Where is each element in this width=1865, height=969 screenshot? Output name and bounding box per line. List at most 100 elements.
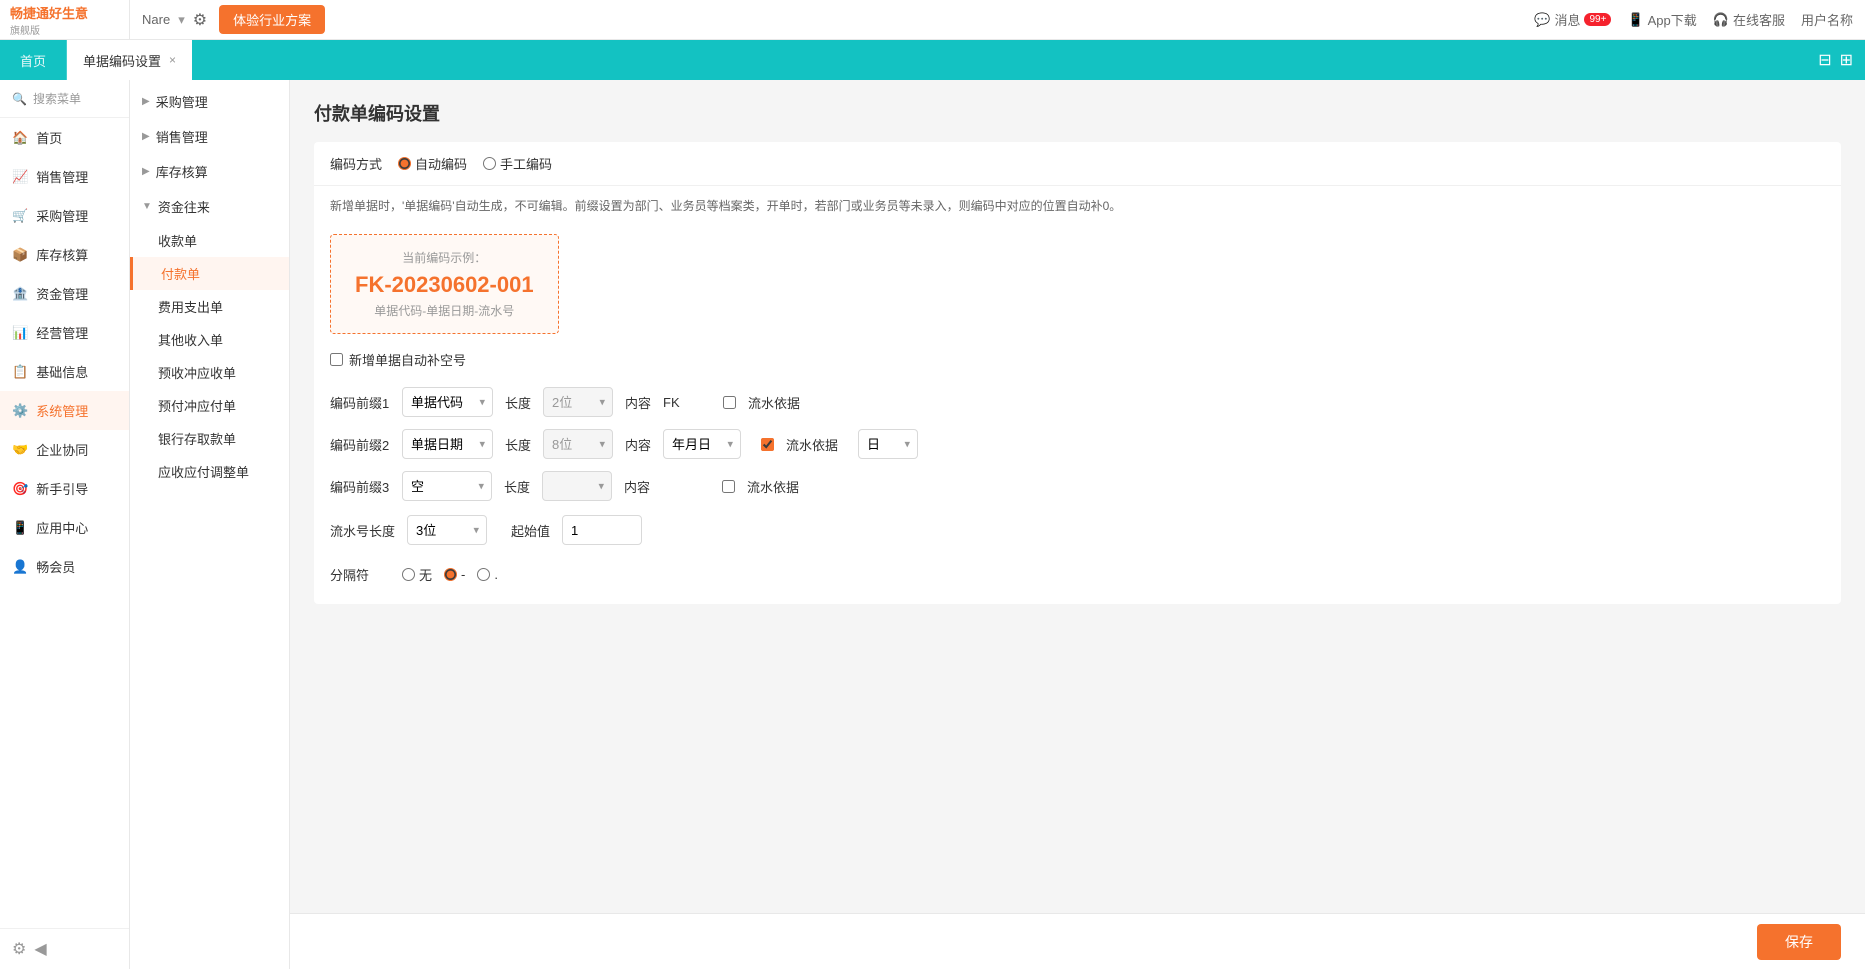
- second-sidebar-header-purchase[interactable]: ▶ 采购管理: [130, 84, 289, 119]
- sales-icon: 📈: [12, 169, 28, 185]
- sidebar-item-system[interactable]: ⚙️ 系统管理: [0, 391, 129, 430]
- code-preview-label: 当前编码示例：: [355, 249, 534, 266]
- second-sidebar-group-capital: ▼ 资金往来 收款单 付款单 费用支出单 其他收入单 预收冲应收单 预付冲应付单…: [130, 189, 289, 488]
- tab-bar: 首页 单据编码设置 × ⊟ ⊞: [0, 40, 1865, 80]
- sidebar-item-home[interactable]: 🏠 首页: [0, 118, 129, 157]
- settings-icon[interactable]: ⚙: [193, 10, 207, 30]
- second-sidebar-group-sales: ▶ 销售管理: [130, 119, 289, 154]
- second-sidebar-item-prepay-receivable[interactable]: 预收冲应收单: [130, 356, 289, 389]
- length1-select[interactable]: 2位: [543, 387, 613, 417]
- length3-label: 长度: [504, 477, 530, 496]
- settings-bottom-icon[interactable]: ⚙: [12, 939, 26, 959]
- serial-flow1-label: 流水依据: [748, 393, 800, 412]
- sidebar-item-appstore[interactable]: 📱 应用中心: [0, 508, 129, 547]
- second-sidebar-group-inventory: ▶ 库存核算: [130, 154, 289, 189]
- serial-number-label: 流水号长度: [330, 521, 395, 540]
- company-name: Nare: [142, 12, 170, 27]
- trial-button[interactable]: 体验行业方案: [219, 5, 325, 34]
- prefix1-label: 编码前缀1: [330, 393, 390, 412]
- length2-label: 长度: [505, 435, 531, 454]
- sidebar-item-member[interactable]: 👤 畅会员: [0, 547, 129, 586]
- sidebar-item-basic[interactable]: 📋 基础信息: [0, 352, 129, 391]
- prefix2-label: 编码前缀2: [330, 435, 390, 454]
- prefix2-select[interactable]: 单据日期: [402, 429, 493, 459]
- content1-value: FK: [663, 395, 703, 410]
- prefix3-select[interactable]: 空: [402, 471, 492, 501]
- search-icon: 🔍: [12, 92, 27, 106]
- page-title: 付款单编码设置: [314, 100, 1841, 126]
- manual-encode-radio[interactable]: 手工编码: [483, 154, 552, 173]
- second-sidebar-item-bank[interactable]: 银行存取款单: [130, 422, 289, 455]
- second-sidebar-item-expense[interactable]: 费用支出单: [130, 290, 289, 323]
- service-icon: 🎧: [1713, 12, 1729, 28]
- arrow-right-icon: ▶: [142, 96, 150, 107]
- second-sidebar-header-capital[interactable]: ▼ 资金往来: [130, 189, 289, 224]
- separator-label: 分隔符: [330, 565, 390, 584]
- sidebar-item-sales[interactable]: 📈 销售管理: [0, 157, 129, 196]
- info-text: 新增单据时，'单据编码'自动生成，不可编辑。前缀设置为部门、业务员等档案类，开单…: [314, 186, 1841, 226]
- app-download[interactable]: 📱 App下载: [1627, 10, 1696, 29]
- sidebar-item-finance[interactable]: 🏦 资金管理: [0, 274, 129, 313]
- business-icon: 📊: [12, 325, 28, 341]
- length2-select[interactable]: 8位: [543, 429, 613, 459]
- second-sidebar-header-sales[interactable]: ▶ 销售管理: [130, 119, 289, 154]
- main-content: 付款单编码设置 编码方式 自动编码 手工编码: [290, 80, 1865, 913]
- second-sidebar-header-inventory[interactable]: ▶ 库存核算: [130, 154, 289, 189]
- sidebar-search[interactable]: 🔍 搜索菜单: [0, 80, 129, 118]
- sep-dot-radio[interactable]: .: [477, 567, 498, 582]
- second-sidebar: ▶ 采购管理 ▶ 销售管理 ▶ 库存核算 ▼ 资金往来: [130, 80, 290, 969]
- left-sidebar: 🔍 搜索菜单 🏠 首页 📈 销售管理 🛒 采购管理 📦 库存核算 🏦: [0, 80, 130, 969]
- download-icon: 📱: [1627, 12, 1643, 28]
- second-sidebar-item-receipt[interactable]: 收款单: [130, 224, 289, 257]
- dropdown-arrow-icon[interactable]: ▾: [178, 12, 185, 28]
- home-icon: 🏠: [12, 130, 28, 146]
- sidebar-item-inventory[interactable]: 📦 库存核算: [0, 235, 129, 274]
- start-value-input[interactable]: [562, 515, 642, 545]
- tab-action-restore[interactable]: ⊟: [1818, 50, 1831, 70]
- online-service-label: 在线客服: [1733, 10, 1785, 29]
- serial-number-select[interactable]: 3位: [407, 515, 487, 545]
- serial-flow3-label: 流水依据: [747, 477, 799, 496]
- messages-area[interactable]: 💬 消息 99+: [1534, 10, 1611, 29]
- auto-encode-radio[interactable]: 自动编码: [398, 154, 467, 173]
- online-service[interactable]: 🎧 在线客服: [1713, 10, 1785, 29]
- user-name[interactable]: 用户名称: [1801, 10, 1853, 29]
- start-value-label: 起始值: [511, 521, 550, 540]
- sidebar-item-purchase[interactable]: 🛒 采购管理: [0, 196, 129, 235]
- second-sidebar-item-payment[interactable]: 付款单: [130, 257, 289, 290]
- sidebar-item-business[interactable]: 📊 经营管理: [0, 313, 129, 352]
- tab-home[interactable]: 首页: [0, 40, 67, 80]
- code-preview-value: FK-20230602-001: [355, 272, 534, 298]
- serial-flow2-label: 流水依据: [786, 435, 838, 454]
- sidebar-item-guide[interactable]: 🎯 新手引导: [0, 469, 129, 508]
- serial-flow2-unit-select[interactable]: 日: [858, 429, 918, 459]
- content1-label: 内容: [625, 393, 651, 412]
- tab-current[interactable]: 单据编码设置 ×: [67, 40, 192, 80]
- auto-fill-checkbox[interactable]: [330, 353, 343, 366]
- collapse-icon[interactable]: ◀: [34, 939, 46, 959]
- second-sidebar-item-prepay-payable[interactable]: 预付冲应付单: [130, 389, 289, 422]
- arrow-right-icon2: ▶: [142, 131, 150, 142]
- save-button[interactable]: 保存: [1757, 924, 1841, 960]
- guide-icon: 🎯: [12, 481, 28, 497]
- tab-action-fullscreen[interactable]: ⊞: [1840, 50, 1853, 70]
- serial-flow2-checkbox[interactable]: [761, 438, 774, 451]
- code-preview-desc: 单据代码-单据日期-流水号: [355, 302, 534, 319]
- enterprise-icon: 🤝: [12, 442, 28, 458]
- serial-flow3-checkbox[interactable]: [722, 480, 735, 493]
- second-sidebar-item-other-income[interactable]: 其他收入单: [130, 323, 289, 356]
- arrow-right-icon3: ▶: [142, 166, 150, 177]
- serial-flow1-checkbox[interactable]: [723, 396, 736, 409]
- content2-select[interactable]: 年月日: [663, 429, 741, 459]
- close-icon[interactable]: ×: [169, 53, 176, 67]
- purchase-icon: 🛒: [12, 208, 28, 224]
- encoding-method-label: 编码方式: [330, 154, 382, 173]
- sidebar-item-enterprise[interactable]: 🤝 企业协同: [0, 430, 129, 469]
- second-sidebar-item-adjustment[interactable]: 应收应付调整单: [130, 455, 289, 488]
- length3-select[interactable]: [542, 471, 612, 501]
- prefix1-select[interactable]: 单据代码: [402, 387, 493, 417]
- sep-dash-radio[interactable]: -: [444, 567, 465, 582]
- bottom-bar: 保存: [290, 913, 1865, 969]
- sep-none-radio[interactable]: 无: [402, 565, 432, 584]
- logo-subtext: 旗舰版: [10, 22, 119, 37]
